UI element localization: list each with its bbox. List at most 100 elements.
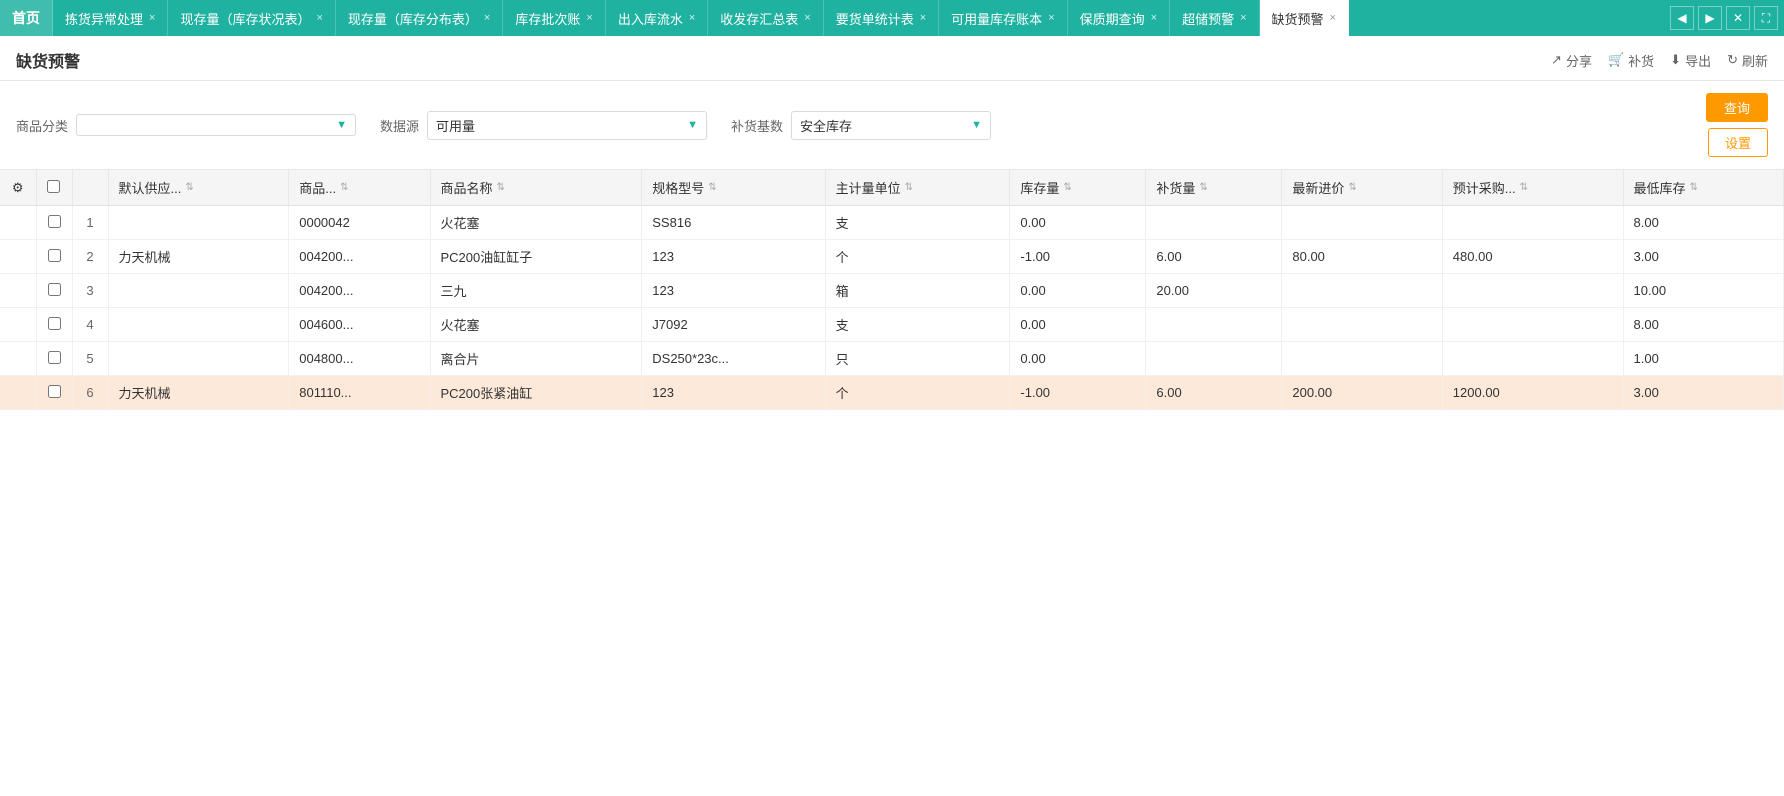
tab-shortage[interactable]: 缺货预警 × — [1260, 0, 1349, 36]
tab-home[interactable]: 首页 — [0, 0, 53, 36]
category-select[interactable]: ▼ — [76, 114, 356, 136]
row-replenish: 6.00 — [1146, 240, 1282, 274]
th-replenish-label: 补货量 — [1156, 178, 1195, 197]
th-latest-price-label: 最新进价 — [1292, 178, 1344, 197]
row-min-stock: 3.00 — [1623, 376, 1783, 410]
row-min-stock: 8.00 — [1623, 206, 1783, 240]
tab-close-batch-account[interactable]: × — [586, 12, 592, 24]
tab-inventory-dist[interactable]: 现存量（库存分布表） × — [336, 0, 503, 36]
replenish-base-label: 补货基数 — [731, 116, 783, 135]
row-est-purchase — [1442, 274, 1623, 308]
tab-close-overstock[interactable]: × — [1240, 12, 1246, 24]
row-product-code: 004200... — [289, 240, 430, 274]
settings-button[interactable]: 设置 — [1708, 128, 1768, 157]
th-est-purchase[interactable]: 预计采购... ⇅ — [1442, 170, 1623, 206]
th-supplier[interactable]: 默认供应... ⇅ — [108, 170, 289, 206]
tab-available-ledger[interactable]: 可用量库存账本 × — [939, 0, 1067, 36]
replenish-icon: 🛒 — [1608, 52, 1624, 68]
main-content: 缺货预警 ↗ 分享 🛒 补货 ⬇ 导出 ↻ 刷新 商品分类 — [0, 36, 1784, 796]
row-est-purchase: 480.00 — [1442, 240, 1623, 274]
sort-unit-icon: ⇅ — [905, 182, 913, 193]
row-gear-cell — [0, 240, 36, 274]
row-est-purchase — [1442, 206, 1623, 240]
replenish-base-select-value: 安全库存 — [800, 116, 852, 135]
select-all-checkbox[interactable] — [47, 180, 60, 193]
tab-expiry-query[interactable]: 保质期查询 × — [1068, 0, 1170, 36]
th-num — [72, 170, 108, 206]
refresh-button[interactable]: ↻ 刷新 — [1727, 51, 1768, 70]
row-product-code: 004200... — [289, 274, 430, 308]
row-unit: 支 — [825, 206, 1010, 240]
row-checkbox[interactable] — [48, 283, 61, 296]
row-unit: 个 — [825, 240, 1010, 274]
row-checkbox[interactable] — [48, 215, 61, 228]
th-latest-price[interactable]: 最新进价 ⇅ — [1282, 170, 1442, 206]
th-min-stock[interactable]: 最低库存 ⇅ — [1623, 170, 1783, 206]
replenish-button[interactable]: 🛒 补货 — [1608, 51, 1654, 70]
th-est-purchase-label: 预计采购... — [1453, 178, 1516, 197]
gear-icon: ⚙ — [12, 180, 24, 195]
th-spec[interactable]: 规格型号 ⇅ — [642, 170, 825, 206]
tab-fullscreen-button[interactable]: ⛶ — [1754, 6, 1778, 30]
table-row: 3 004200... 三九 123 箱 0.00 20.00 10.00 — [0, 274, 1784, 308]
tab-receipt-summary[interactable]: 收发存汇总表 × — [708, 0, 823, 36]
tab-close-available-ledger[interactable]: × — [1048, 12, 1054, 24]
th-product-name[interactable]: 商品名称 ⇅ — [430, 170, 642, 206]
tab-overstock[interactable]: 超储预警 × — [1170, 0, 1259, 36]
th-product-name-label: 商品名称 — [441, 178, 493, 197]
export-button[interactable]: ⬇ 导出 — [1670, 51, 1711, 70]
row-checkbox[interactable] — [48, 385, 61, 398]
row-product-name: 三九 — [430, 274, 642, 308]
th-replenish[interactable]: 补货量 ⇅ — [1146, 170, 1282, 206]
tab-order-stats[interactable]: 要货单统计表 × — [824, 0, 939, 36]
tab-close-all-button[interactable]: ✕ — [1726, 6, 1750, 30]
row-spec: J7092 — [642, 308, 825, 342]
filter-actions: 查询 设置 — [1706, 93, 1768, 157]
row-checkbox-cell — [36, 308, 72, 342]
row-unit: 支 — [825, 308, 1010, 342]
tab-close-abnormal[interactable]: × — [149, 12, 155, 24]
tab-batch-account[interactable]: 库存批次账 × — [503, 0, 605, 36]
share-button[interactable]: ↗ 分享 — [1551, 51, 1592, 70]
row-num: 5 — [72, 342, 108, 376]
row-latest-price — [1282, 308, 1442, 342]
row-spec: 123 — [642, 274, 825, 308]
row-supplier — [108, 308, 289, 342]
replenish-base-select[interactable]: 安全库存 ▼ — [791, 111, 991, 140]
tab-close-expiry-query[interactable]: × — [1151, 12, 1157, 24]
tab-prev-button[interactable]: ◀ — [1670, 6, 1694, 30]
table-body: 1 0000042 火花塞 SS816 支 0.00 8.00 2 力天机械 0… — [0, 206, 1784, 410]
tab-inout-flow[interactable]: 出入库流水 × — [606, 0, 708, 36]
row-unit: 只 — [825, 342, 1010, 376]
tab-abnormal[interactable]: 拣货异常处理 × — [53, 0, 168, 36]
row-min-stock: 1.00 — [1623, 342, 1783, 376]
row-checkbox-cell — [36, 342, 72, 376]
row-unit: 个 — [825, 376, 1010, 410]
row-num: 4 — [72, 308, 108, 342]
row-stock: 0.00 — [1010, 206, 1146, 240]
row-checkbox[interactable] — [48, 249, 61, 262]
row-checkbox[interactable] — [48, 317, 61, 330]
tab-close-shortage[interactable]: × — [1330, 12, 1336, 24]
tab-close-order-stats[interactable]: × — [920, 12, 926, 24]
page-title: 缺货预警 — [16, 48, 80, 72]
th-supplier-label: 默认供应... — [119, 178, 182, 197]
tab-next-button[interactable]: ▶ — [1698, 6, 1722, 30]
th-gear[interactable]: ⚙ — [0, 170, 36, 206]
row-checkbox[interactable] — [48, 351, 61, 364]
th-unit[interactable]: 主计量单位 ⇅ — [825, 170, 1010, 206]
tab-close-receipt-summary[interactable]: × — [804, 12, 810, 24]
th-stock[interactable]: 库存量 ⇅ — [1010, 170, 1146, 206]
sort-est-purchase-icon: ⇅ — [1520, 182, 1528, 193]
row-replenish — [1146, 342, 1282, 376]
row-spec: 123 — [642, 240, 825, 274]
tab-inventory-status[interactable]: 现存量（库存状况表） × — [168, 0, 335, 36]
th-product-code[interactable]: 商品... ⇅ — [289, 170, 430, 206]
row-est-purchase — [1442, 308, 1623, 342]
query-button[interactable]: 查询 — [1706, 93, 1768, 122]
datasource-select[interactable]: 可用量 ▼ — [427, 111, 707, 140]
tab-close-inventory-dist[interactable]: × — [484, 12, 490, 24]
row-supplier — [108, 274, 289, 308]
tab-close-inventory-status[interactable]: × — [316, 12, 322, 24]
tab-close-inout-flow[interactable]: × — [689, 12, 695, 24]
